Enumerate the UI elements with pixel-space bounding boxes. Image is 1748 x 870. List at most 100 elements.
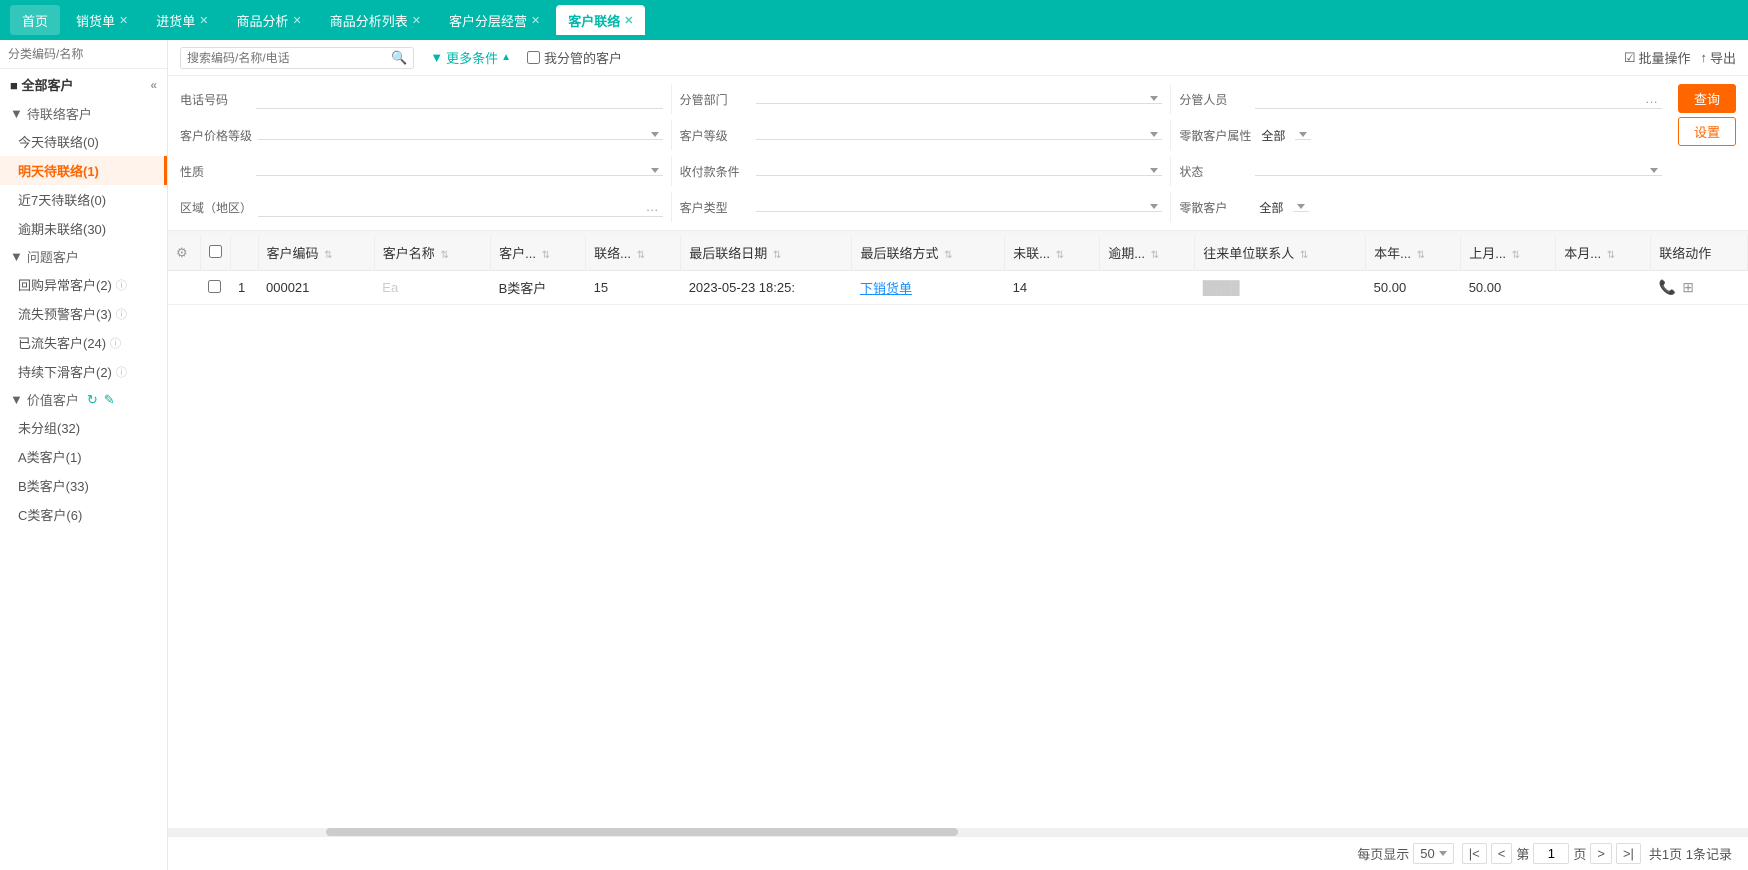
filter-region-select[interactable]: … bbox=[258, 197, 663, 217]
filter-phone-input[interactable] bbox=[256, 90, 663, 109]
nav-customer-layer[interactable]: 客户分层经营 ✕ bbox=[437, 5, 552, 35]
page-size-select[interactable]: 50 bbox=[1413, 843, 1453, 864]
refresh-icon[interactable]: ↻ bbox=[87, 392, 98, 408]
sidebar-item-a-class[interactable]: A类客户(1) bbox=[0, 442, 167, 471]
filter-row-3: 性质 收付款条件 bbox=[180, 156, 1662, 186]
first-page-btn[interactable]: |< bbox=[1462, 843, 1487, 864]
filter-btn[interactable]: ▼ 更多条件 ▲ bbox=[424, 46, 517, 69]
col-overdue[interactable]: 逾期... ⇅ bbox=[1100, 235, 1195, 271]
filter-status: 状态 bbox=[1179, 163, 1662, 180]
filter-customer-type: 客户类型 bbox=[680, 199, 1163, 216]
nav-sales[interactable]: 销货单 ✕ bbox=[64, 5, 140, 35]
sidebar-item-7days[interactable]: 近7天待联络(0) bbox=[0, 185, 167, 214]
edit-icon[interactable]: ✎ bbox=[104, 392, 115, 408]
query-button[interactable]: 查询 bbox=[1678, 84, 1736, 113]
nav-goods-analysis[interactable]: 商品分析 ✕ bbox=[224, 5, 313, 35]
col-not-contacted[interactable]: 未联... ⇅ bbox=[1005, 235, 1100, 271]
nav-customer-layer-label: 客户分层经营 bbox=[449, 11, 527, 30]
chevron-down-icon bbox=[1150, 132, 1158, 137]
col-contact-count[interactable]: 联络... ⇅ bbox=[586, 235, 681, 271]
close-icon[interactable]: ✕ bbox=[293, 14, 302, 27]
filter-dept-select[interactable] bbox=[756, 94, 1163, 104]
sidebar-item-abnormal[interactable]: 回购异常客户(2) ⓘ bbox=[0, 270, 167, 299]
gear-icon[interactable]: ⚙ bbox=[176, 245, 188, 260]
scrollbar-thumb[interactable] bbox=[326, 828, 958, 836]
col-code[interactable]: 客户编码 ⇅ bbox=[258, 235, 374, 271]
col-this-year[interactable]: 本年... ⇅ bbox=[1366, 235, 1461, 271]
sort-icon: ⇅ bbox=[1417, 250, 1425, 261]
nav-purchase[interactable]: 进货单 ✕ bbox=[144, 5, 220, 35]
page-nav: |< < 第 页 > >| bbox=[1462, 843, 1641, 864]
sidebar-item-overdue[interactable]: 逾期未联络(30) bbox=[0, 214, 167, 243]
grid-icon[interactable]: ⊞ bbox=[1682, 279, 1694, 296]
filter-price-level-select[interactable] bbox=[258, 130, 663, 140]
sidebar-item-tomorrow[interactable]: 明天待联络(1) bbox=[0, 156, 167, 185]
filter-customer-type-select[interactable] bbox=[756, 202, 1163, 212]
page-input[interactable] bbox=[1533, 843, 1569, 864]
my-customers-checkbox[interactable] bbox=[527, 51, 540, 64]
page-label: 第 bbox=[1516, 844, 1529, 863]
close-icon[interactable]: ✕ bbox=[199, 14, 208, 27]
filter-customer-level: 客户等级 bbox=[680, 127, 1163, 144]
filter-customer-level-select[interactable] bbox=[756, 130, 1163, 140]
col-history-contact[interactable]: 往来单位联系人 ⇅ bbox=[1195, 235, 1366, 271]
export-btn[interactable]: ↑ 导出 bbox=[1700, 48, 1736, 67]
sidebar-item-c-class[interactable]: C类客户(6) bbox=[0, 500, 167, 529]
filter-row-4: 区域（地区） … 客户类型 bbox=[180, 192, 1662, 222]
last-method-link[interactable]: 下销货单 bbox=[860, 281, 912, 296]
filter-retail-customer-select[interactable] bbox=[1293, 202, 1309, 212]
settings-button[interactable]: 设置 bbox=[1678, 117, 1736, 146]
filter-retail-attr-select[interactable] bbox=[1295, 130, 1311, 140]
col-settings[interactable]: ⚙ bbox=[168, 235, 200, 271]
cell-code: 000021 bbox=[258, 271, 374, 305]
nav-customer-contact[interactable]: 客户联络 ✕ bbox=[556, 5, 645, 35]
filter-customer-level-label: 客户等级 bbox=[680, 127, 750, 144]
search-icon[interactable]: 🔍 bbox=[391, 50, 407, 66]
cell-checkbox bbox=[200, 271, 230, 305]
phone-icon[interactable]: 📞 bbox=[1659, 279, 1676, 296]
sidebar-item-b-class[interactable]: B类客户(33) bbox=[0, 471, 167, 500]
nav-goods-analysis-list[interactable]: 商品分析列表 ✕ bbox=[318, 5, 433, 35]
filter-dept: 分管部门 bbox=[680, 91, 1163, 108]
sidebar-search-input[interactable] bbox=[8, 47, 163, 61]
sidebar-item-today[interactable]: 今天待联络(0) bbox=[0, 127, 167, 156]
col-name[interactable]: 客户名称 ⇅ bbox=[374, 235, 490, 271]
filter-price-level: 客户价格等级 bbox=[180, 127, 663, 144]
nav-home[interactable]: 首页 bbox=[10, 5, 60, 35]
batch-op-btn[interactable]: ☑ 批量操作 bbox=[1624, 48, 1691, 67]
prev-page-btn[interactable]: < bbox=[1491, 843, 1513, 864]
filter-nature-select[interactable] bbox=[256, 166, 663, 176]
last-page-btn[interactable]: >| bbox=[1616, 843, 1641, 864]
total-label: 共1页 1条记录 bbox=[1649, 844, 1732, 863]
sort-icon: ⇅ bbox=[542, 250, 550, 261]
filter-status-select[interactable] bbox=[1255, 166, 1662, 176]
search-input[interactable] bbox=[187, 51, 387, 65]
sidebar-item-churn-warning[interactable]: 流失预警客户(3) ⓘ bbox=[0, 299, 167, 328]
col-last-month[interactable]: 上月... ⇅ bbox=[1461, 235, 1556, 271]
close-icon[interactable]: ✕ bbox=[531, 14, 540, 27]
col-this-month[interactable]: 本月... ⇅ bbox=[1556, 235, 1651, 271]
sidebar-item-churned[interactable]: 已流失客户(24) ⓘ bbox=[0, 328, 167, 357]
col-type[interactable]: 客户... ⇅ bbox=[491, 235, 586, 271]
search-bar: 🔍 ▼ 更多条件 ▲ 我分管的客户 ☑ 批量操作 ↑ 导出 bbox=[168, 40, 1748, 76]
sidebar-item-ungrouped[interactable]: 未分组(32) bbox=[0, 413, 167, 442]
cell-last-method[interactable]: 下销货单 bbox=[852, 271, 1005, 305]
sidebar-group-problem: ▼ 问题客户 bbox=[0, 243, 167, 270]
next-page-btn[interactable]: > bbox=[1590, 843, 1612, 864]
col-last-date[interactable]: 最后联络日期 ⇅ bbox=[681, 235, 852, 271]
col-no bbox=[230, 235, 258, 271]
filter-dept-label: 分管部门 bbox=[680, 91, 750, 108]
close-icon[interactable]: ✕ bbox=[119, 14, 128, 27]
close-icon[interactable]: ✕ bbox=[412, 14, 421, 27]
select-all-checkbox[interactable] bbox=[209, 245, 222, 258]
filter-payment-select[interactable] bbox=[756, 166, 1163, 176]
filter-person-select[interactable]: … bbox=[1255, 89, 1662, 109]
row-checkbox[interactable] bbox=[208, 280, 221, 293]
info-icon: ⓘ bbox=[110, 335, 121, 351]
close-icon[interactable]: ✕ bbox=[624, 14, 633, 27]
horizontal-scrollbar[interactable] bbox=[168, 828, 1748, 836]
sidebar-item-declining[interactable]: 持续下滑客户(2) ⓘ bbox=[0, 357, 167, 386]
col-last-method[interactable]: 最后联络方式 ⇅ bbox=[852, 235, 1005, 271]
sidebar-all-customers[interactable]: ■ 全部客户 « bbox=[0, 69, 167, 100]
chevron-down-icon bbox=[1150, 96, 1158, 101]
